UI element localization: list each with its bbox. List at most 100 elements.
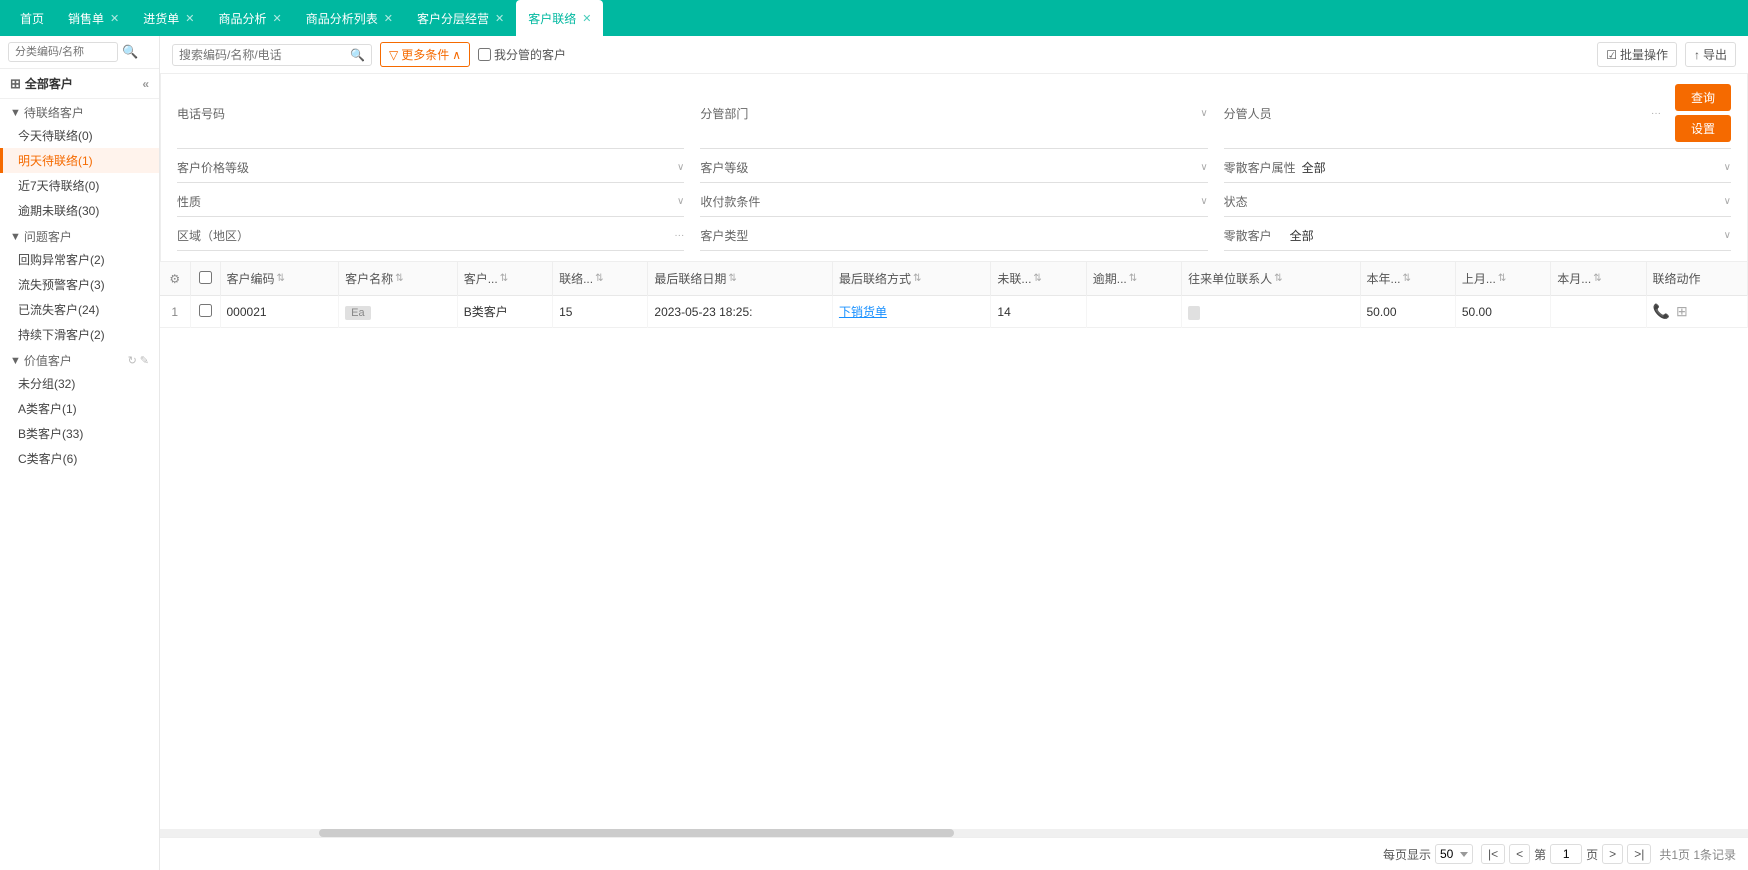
col-code-sort[interactable]: 客户编码 ⇅ xyxy=(227,270,285,287)
nav-purchase-close[interactable]: ✕ xyxy=(185,12,194,25)
row-last-contact-method[interactable]: 下销货单 xyxy=(832,296,990,328)
nav-home[interactable]: 首页 xyxy=(8,0,56,36)
prev-page-btn[interactable]: < xyxy=(1509,844,1530,864)
gear-icon[interactable]: ⚙ xyxy=(169,272,180,286)
filter-status-input[interactable] xyxy=(1290,195,1718,209)
status-caret-icon[interactable]: ∨ xyxy=(1724,196,1731,207)
table-scrollbar[interactable] xyxy=(160,829,1748,837)
retail-attr-caret-icon[interactable]: ∨ xyxy=(1724,162,1731,173)
export-btn[interactable]: ↑ 导出 xyxy=(1685,42,1736,67)
filter-phone-input[interactable] xyxy=(243,106,684,120)
sidebar-item-repurchase[interactable]: 回购异常客户(2) xyxy=(0,247,159,272)
sidebar-item-tomorrow[interactable]: 明天待联络(1) xyxy=(0,148,159,173)
sidebar-item-churned[interactable]: 已流失客户(24) xyxy=(0,297,159,322)
nature-caret-icon[interactable]: ∨ xyxy=(677,196,684,207)
col-last-date-sort[interactable]: 最后联络日期 ⇅ xyxy=(654,270,736,287)
last-page-btn[interactable]: >| xyxy=(1627,844,1651,864)
row-action-phone-icon[interactable]: 📞 xyxy=(1653,303,1670,320)
sidebar-collapse-icon[interactable]: « xyxy=(142,77,149,91)
sidebar-item-7days[interactable]: 近7天待联络(0) xyxy=(0,173,159,198)
row-last-contact-link[interactable]: 下销货单 xyxy=(839,305,887,319)
dept-caret-icon[interactable]: ∨ xyxy=(1200,108,1207,119)
filter-price-level-input[interactable] xyxy=(255,161,671,175)
filter-search-wrap: 🔍 xyxy=(172,44,372,66)
col-uncontact-sort[interactable]: 未联... ⇅ xyxy=(997,270,1041,287)
sidebar-item-declining[interactable]: 持续下滑客户(2) xyxy=(0,322,159,347)
row-code: 000021 xyxy=(220,296,339,328)
sidebar-group-problem: ▼ 问题客户 xyxy=(0,223,159,247)
sidebar-item-overdue[interactable]: 逾期未联络(30) xyxy=(0,198,159,223)
sort-icon-this-month: ⇅ xyxy=(1593,273,1601,284)
next-page-btn[interactable]: > xyxy=(1602,844,1623,864)
nav-customer-contact[interactable]: 客户联络 ✕ xyxy=(516,0,603,36)
col-last-date: 最后联络日期 ⇅ xyxy=(648,262,833,296)
region-dots-icon[interactable]: ··· xyxy=(674,230,684,241)
batch-operation-btn[interactable]: ☑ 批量操作 xyxy=(1597,42,1677,67)
nav-product-analysis-list[interactable]: 商品分析列表 ✕ xyxy=(294,0,405,36)
col-last-method-sort[interactable]: 最后联络方式 ⇅ xyxy=(839,270,921,287)
first-page-btn[interactable]: |< xyxy=(1481,844,1505,864)
customer-level-caret-icon[interactable]: ∨ xyxy=(1200,162,1207,173)
retail-customer-caret-icon[interactable]: ∨ xyxy=(1724,230,1731,241)
page-size-select[interactable]: 50 xyxy=(1435,844,1473,864)
price-level-caret-icon[interactable]: ∨ xyxy=(677,162,684,173)
manager-dots-icon[interactable]: ··· xyxy=(1651,108,1661,119)
row-last-contact-date: 2023-05-23 18:25: xyxy=(648,296,833,328)
col-name-sort[interactable]: 客户名称 ⇅ xyxy=(345,270,403,287)
sidebar-search-icon[interactable]: 🔍 xyxy=(122,44,138,60)
filter-customer-type-input[interactable] xyxy=(766,229,1207,243)
footer-pagination: |< < 第 页 > >| xyxy=(1481,844,1651,864)
edit-icon[interactable]: ✎ xyxy=(140,354,149,367)
col-contact-count-sort[interactable]: 联络... ⇅ xyxy=(559,270,603,287)
row-contact-person xyxy=(1182,296,1360,328)
nav-product-analysis[interactable]: 商品分析 ✕ xyxy=(206,0,293,36)
query-button[interactable]: 查询 xyxy=(1675,84,1731,111)
col-type-sort[interactable]: 客户... ⇅ xyxy=(464,270,508,287)
my-customers-check[interactable] xyxy=(478,48,491,61)
filter-region-input[interactable] xyxy=(255,229,668,243)
refresh-icon[interactable]: ↻ xyxy=(128,354,137,367)
col-checkbox xyxy=(190,262,220,296)
row-action-grid-icon[interactable]: ⊞ xyxy=(1676,303,1688,320)
export-icon: ↑ xyxy=(1694,48,1700,62)
select-all-checkbox[interactable] xyxy=(199,271,212,284)
advanced-filter-panel: 电话号码 分管部门 ∨ 分管人员 ··· 查询 设置 客户价格等级 xyxy=(160,74,1748,262)
col-overdue-sort[interactable]: 逾期... ⇅ xyxy=(1093,270,1137,287)
filter-payment-label: 收付款条件 xyxy=(700,193,760,210)
sidebar-item-ungrouped[interactable]: 未分组(32) xyxy=(0,371,159,396)
row-checkbox[interactable] xyxy=(199,304,212,317)
filter-customer-level-input[interactable] xyxy=(766,161,1194,175)
filter-nature-input[interactable] xyxy=(243,195,671,209)
nav-product-list-close[interactable]: ✕ xyxy=(384,12,393,25)
nav-customer-tier-close[interactable]: ✕ xyxy=(495,12,504,25)
sidebar-item-class-c[interactable]: C类客户(6) xyxy=(0,446,159,471)
nav-customer-tier[interactable]: 客户分层经营 ✕ xyxy=(405,0,516,36)
filter-search-icon[interactable]: 🔍 xyxy=(350,48,365,62)
filter-dept-input[interactable] xyxy=(766,106,1194,120)
sidebar-all-customers[interactable]: ⊞ 全部客户 « xyxy=(0,69,159,99)
col-last-month-sort[interactable]: 上月... ⇅ xyxy=(1462,270,1506,287)
col-this-month-sort[interactable]: 本月... ⇅ xyxy=(1557,270,1601,287)
sort-icon-last-date: ⇅ xyxy=(728,273,736,284)
filter-manager-input[interactable] xyxy=(1290,106,1645,120)
col-this-year-sort[interactable]: 本年... ⇅ xyxy=(1367,270,1411,287)
sidebar-search-input[interactable] xyxy=(8,42,118,62)
sidebar-item-class-b[interactable]: B类客户(33) xyxy=(0,421,159,446)
nav-purchase[interactable]: 进货单 ✕ xyxy=(131,0,206,36)
filter-search-input[interactable] xyxy=(179,48,346,62)
sidebar-item-churn-warning[interactable]: 流失预警客户(3) xyxy=(0,272,159,297)
nav-customer-contact-close[interactable]: ✕ xyxy=(582,12,591,25)
nav-product-analysis-close[interactable]: ✕ xyxy=(273,12,282,25)
filter-payment-input[interactable] xyxy=(766,195,1194,209)
nav-sales[interactable]: 销售单 ✕ xyxy=(56,0,131,36)
sidebar-item-today[interactable]: 今天待联络(0) xyxy=(0,123,159,148)
payment-caret-icon[interactable]: ∨ xyxy=(1200,196,1207,207)
settings-button[interactable]: 设置 xyxy=(1675,115,1731,142)
sidebar-item-class-a[interactable]: A类客户(1) xyxy=(0,396,159,421)
my-customers-checkbox[interactable]: 我分管的客户 xyxy=(478,46,566,63)
col-unit-contact-sort[interactable]: 往来单位联系人 ⇅ xyxy=(1188,270,1282,287)
nav-sales-close[interactable]: ✕ xyxy=(110,12,119,25)
page-number-input[interactable] xyxy=(1550,844,1582,864)
filter-more-btn[interactable]: ▽ 更多条件 ∧ xyxy=(380,42,470,67)
col-this-year: 本年... ⇅ xyxy=(1360,262,1455,296)
